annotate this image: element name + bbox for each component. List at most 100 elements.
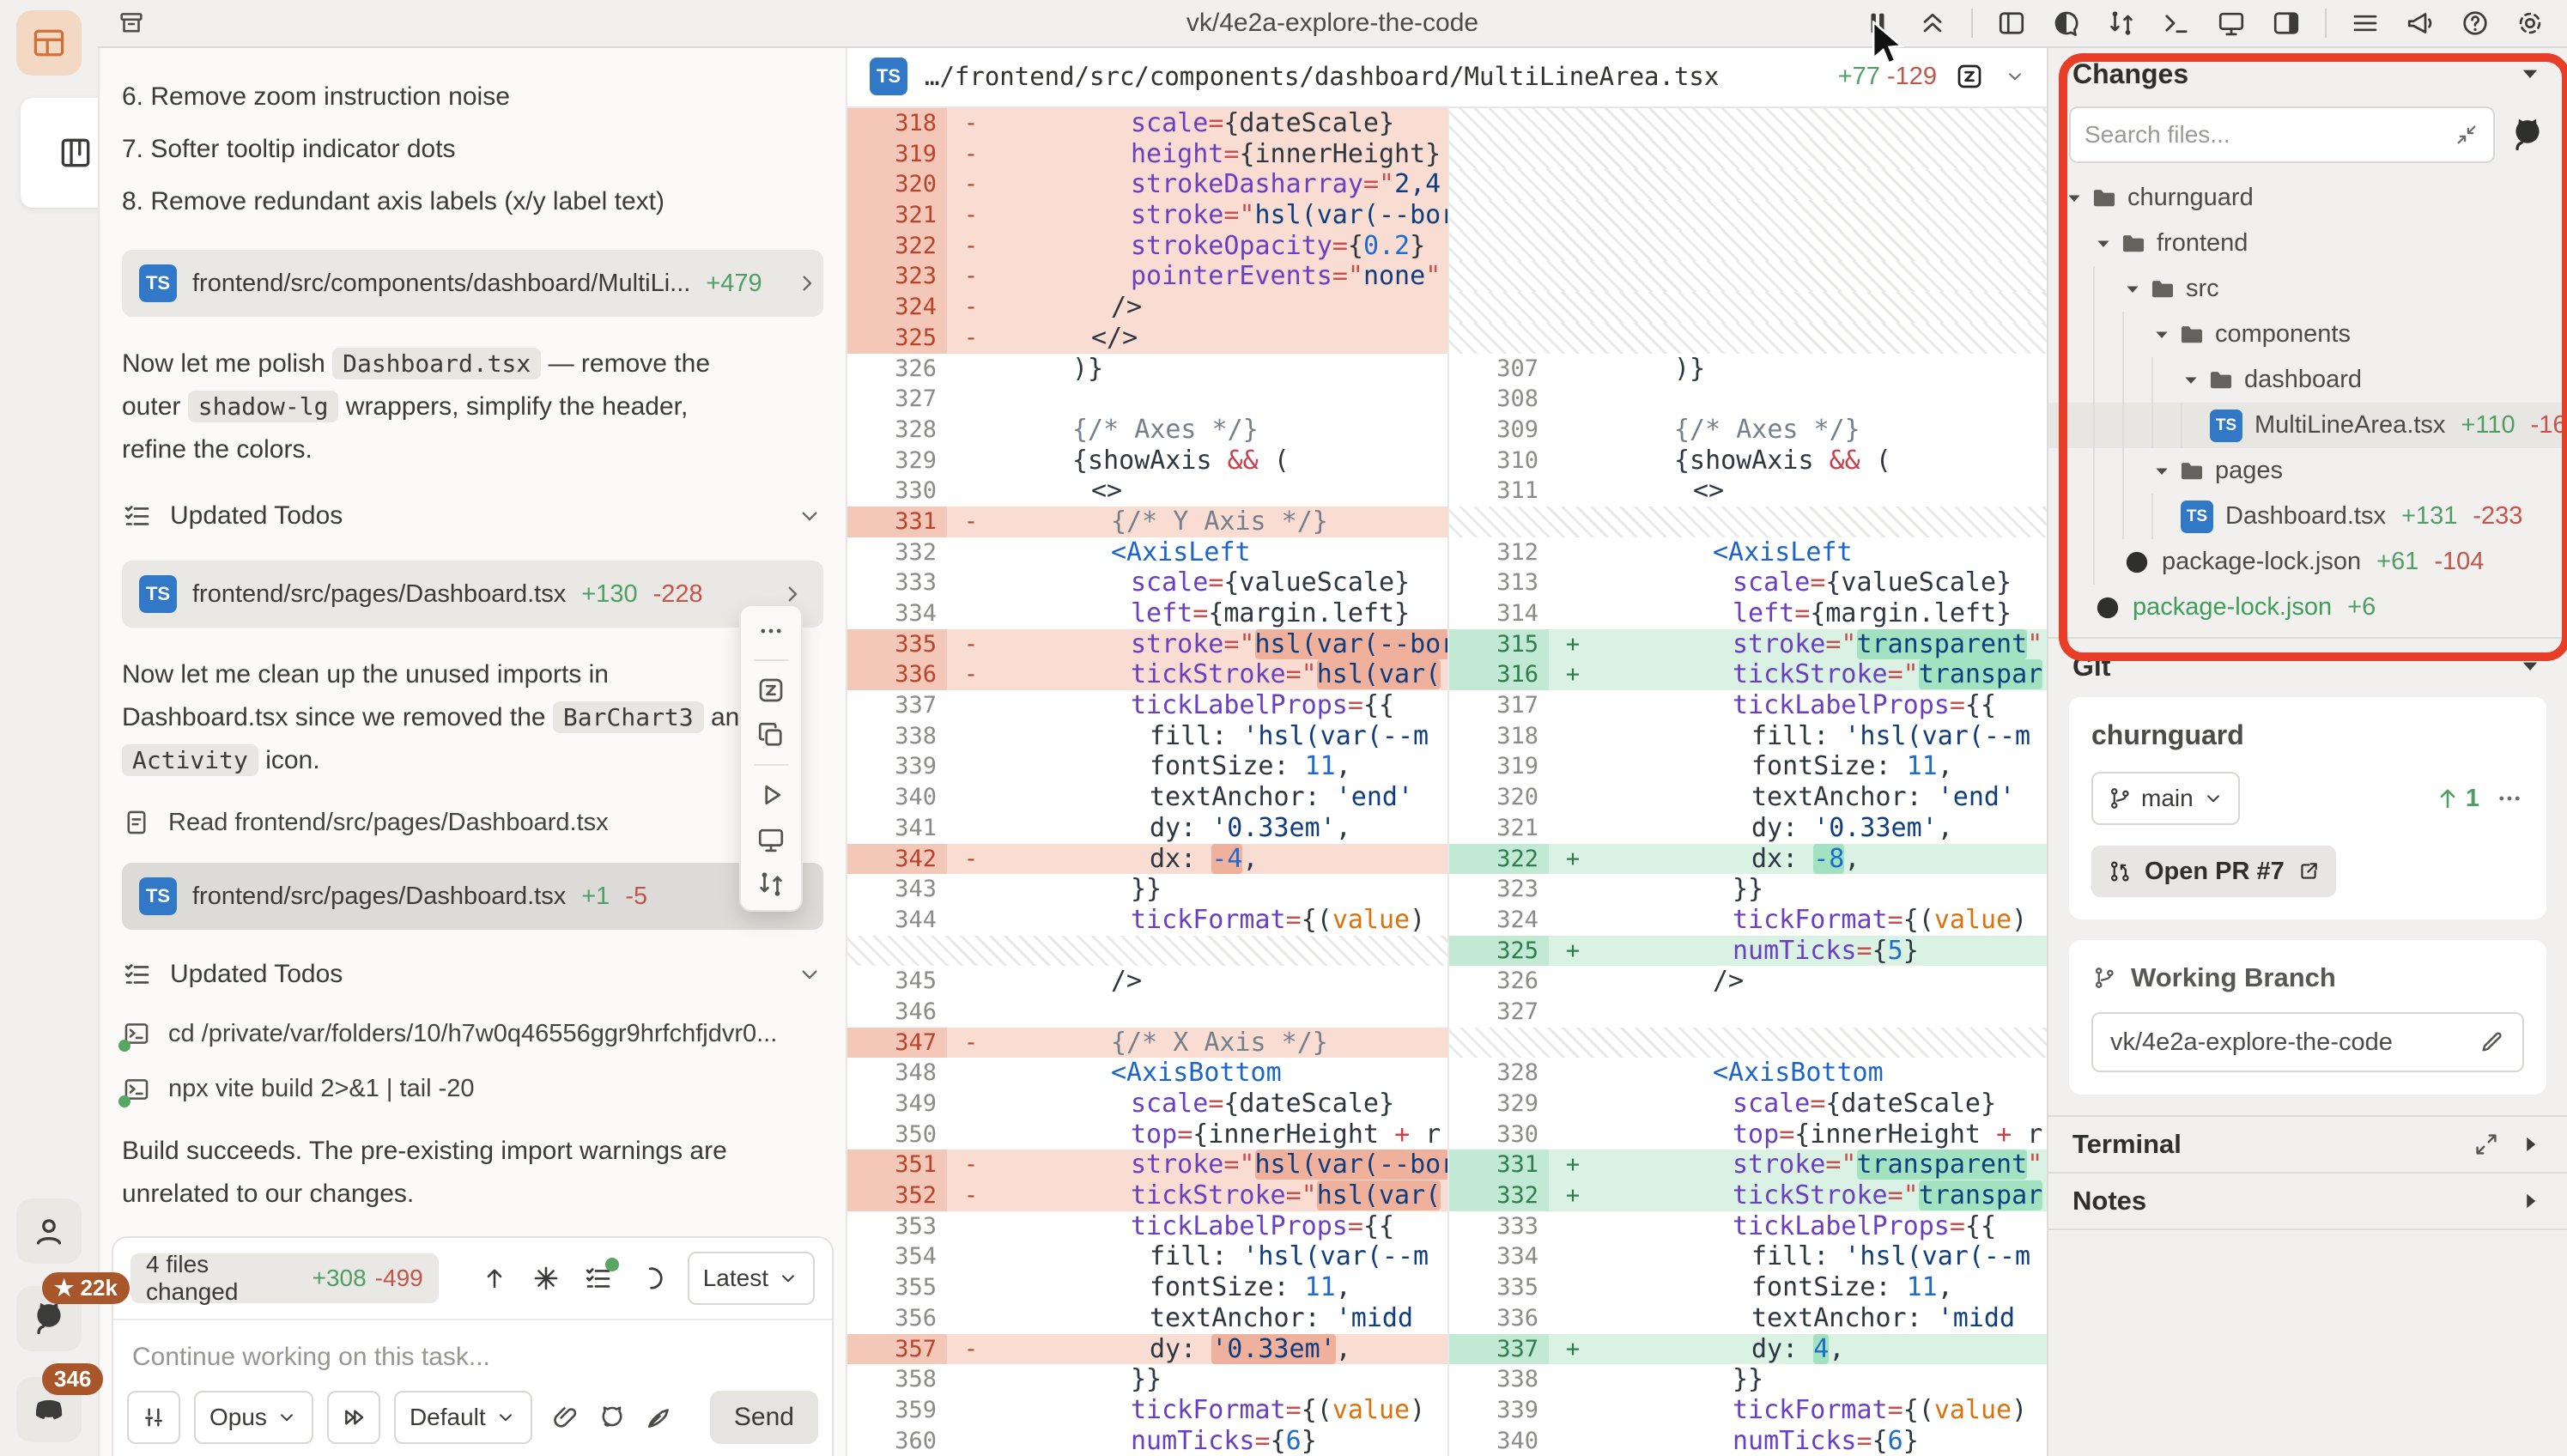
code-text: }} (1597, 1364, 2048, 1395)
diff-gap (1449, 169, 2048, 200)
tree-collapse-icon[interactable] (2151, 461, 2177, 482)
github-button[interactable]: ★ 22k (16, 1286, 82, 1351)
diff-view-icon[interactable] (1954, 61, 1985, 92)
tree-item-dashboard-tsx[interactable]: TSDashboard.tsx+131-233 (2048, 494, 2567, 539)
code-text: textAnchor: 'midd (1597, 1303, 2048, 1334)
diff-marker (1549, 384, 1597, 415)
tree-item-components[interactable]: components (2048, 312, 2567, 357)
notes-section-header[interactable]: Notes (2048, 1172, 2567, 1230)
diff-gap (1449, 292, 2048, 323)
tree-item-package-lock-json[interactable]: package-lock.json+6 (2048, 585, 2567, 630)
git-compare-icon[interactable] (756, 869, 786, 900)
line-number: 326 (1449, 966, 1549, 997)
chat-settings-button[interactable] (127, 1391, 180, 1444)
line-number: 320 (847, 169, 947, 200)
titlebar: vk/4e2a-explore-the-code (98, 0, 2567, 48)
chevron-down-icon[interactable] (2004, 65, 2026, 88)
spark-icon[interactable] (531, 1264, 561, 1293)
git-branch-icon (2091, 965, 2117, 991)
panel-left-icon[interactable] (1995, 7, 2028, 39)
line-number: 330 (1449, 1119, 1549, 1150)
copy-icon[interactable] (756, 719, 786, 750)
more-options-icon[interactable] (2495, 784, 2524, 813)
tree-item-frontend[interactable]: frontend (2048, 221, 2567, 266)
tree-collapse-icon[interactable] (2093, 234, 2119, 254)
updated-todos-row[interactable]: Updated Todos (122, 500, 823, 531)
fast-forward-button[interactable] (327, 1391, 380, 1444)
discord-button[interactable]: 346 (16, 1377, 82, 1442)
diff-icon[interactable] (756, 675, 786, 706)
tree-item-multilinearea-tsx[interactable]: TSMultiLineArea.tsx+110-162 (2048, 403, 2567, 448)
read-file-row[interactable]: Read frontend/src/pages/Dashboard.tsx (122, 808, 823, 837)
monitor-icon[interactable] (2215, 7, 2248, 39)
file-change-chip[interactable]: TS frontend/src/components/dashboard/Mul… (122, 250, 823, 317)
terminal-command-row[interactable]: cd /private/var/folders/10/h7w0q46556ggr… (122, 1019, 823, 1048)
monitor-icon[interactable] (756, 824, 786, 855)
model-dropdown[interactable]: Opus (194, 1391, 313, 1444)
mode-dropdown[interactable]: Default (394, 1391, 532, 1444)
diff-marker: - (947, 1334, 995, 1365)
tree-collapse-icon[interactable] (2151, 325, 2177, 345)
line-number: 320 (1449, 782, 1549, 813)
divider (754, 659, 788, 661)
attach-icon[interactable] (551, 1403, 580, 1432)
working-branch-title: Working Branch (2131, 962, 2336, 993)
files-changed-chip[interactable]: 4 files changed +308 -499 (130, 1253, 439, 1303)
terminal-section-header[interactable]: Terminal (2048, 1115, 2567, 1172)
search-input[interactable]: Search files... (2069, 106, 2495, 163)
open-pr-button[interactable]: Open PR #7 (2091, 846, 2336, 897)
pause-icon[interactable] (1861, 7, 1894, 39)
latest-dropdown[interactable]: Latest (688, 1252, 815, 1305)
git-compare-icon[interactable] (2105, 7, 2138, 39)
dots-icon[interactable] (756, 616, 786, 646)
expand-icon[interactable] (2473, 1131, 2500, 1158)
collapse-tree-icon[interactable] (2454, 122, 2479, 148)
tree-item-churnguard[interactable]: churnguard (2048, 175, 2567, 221)
megaphone-icon[interactable] (2404, 7, 2437, 39)
pen-icon[interactable] (644, 1403, 673, 1432)
chat-bubble-icon[interactable] (2050, 7, 2083, 39)
git-section-header[interactable]: Git (2048, 637, 2567, 694)
tree-item-src[interactable]: src (2048, 266, 2567, 312)
ahead-count: 1 (2433, 784, 2479, 813)
diff-line: 334left={margin.left} (847, 598, 1449, 629)
diff-marker (947, 1089, 995, 1119)
terminal-icon[interactable] (2160, 7, 2193, 39)
composer-input[interactable]: Continue working on this task... (113, 1320, 832, 1387)
success-dot (118, 1040, 130, 1052)
archive-icon[interactable] (117, 9, 146, 38)
panel-right-icon[interactable] (2270, 7, 2303, 39)
tree-collapse-icon[interactable] (2122, 279, 2148, 300)
code-text: fill: 'hsl(var(--m (995, 1241, 1447, 1272)
help-icon[interactable] (2459, 7, 2491, 39)
play-icon[interactable] (756, 780, 786, 810)
file-change-chip[interactable]: TS frontend/src/pages/Dashboard.tsx +130… (122, 561, 823, 628)
working-branch-input[interactable]: vk/4e2a-explore-the-code (2091, 1012, 2524, 1072)
menu-icon[interactable] (2349, 7, 2382, 39)
updated-todos-row[interactable]: Updated Todos (122, 959, 823, 990)
tree-item-dashboard[interactable]: dashboard (2048, 357, 2567, 403)
workspace-layout-button[interactable] (16, 10, 82, 76)
tree-collapse-icon[interactable] (2064, 188, 2090, 209)
code-text: fontSize: 11, (995, 1272, 1447, 1303)
tree-item-pages[interactable]: pages (2048, 448, 2567, 494)
diff-marker: + (1549, 1180, 1597, 1211)
diff-marker (1549, 415, 1597, 446)
folder-icon (2119, 229, 2157, 258)
tree-collapse-icon[interactable] (2181, 370, 2206, 391)
cat-icon[interactable] (598, 1403, 627, 1432)
file-change-chip-selected[interactable]: TS frontend/src/pages/Dashboard.tsx +1 -… (122, 863, 823, 930)
send-button[interactable]: Send (710, 1391, 818, 1444)
settings-icon[interactable] (2514, 7, 2546, 39)
branch-dropdown[interactable]: main (2091, 772, 2240, 825)
terminal-command-row[interactable]: npx vite build 2>&1 | tail -20 (122, 1074, 823, 1103)
scroll-top-icon[interactable] (480, 1264, 509, 1293)
edit-icon[interactable] (2478, 1028, 2505, 1056)
profile-button[interactable] (16, 1198, 82, 1264)
tree-item-package-lock-json[interactable]: package-lock.json+61-104 (2048, 539, 2567, 585)
diff-marker (1549, 721, 1597, 752)
changes-section-header[interactable]: Changes (2048, 46, 2567, 101)
diff-header[interactable]: TS …/frontend/src/components/dashboard/M… (847, 46, 2048, 108)
github-icon[interactable] (2509, 116, 2546, 154)
collapse-up-icon[interactable] (1916, 7, 1949, 39)
